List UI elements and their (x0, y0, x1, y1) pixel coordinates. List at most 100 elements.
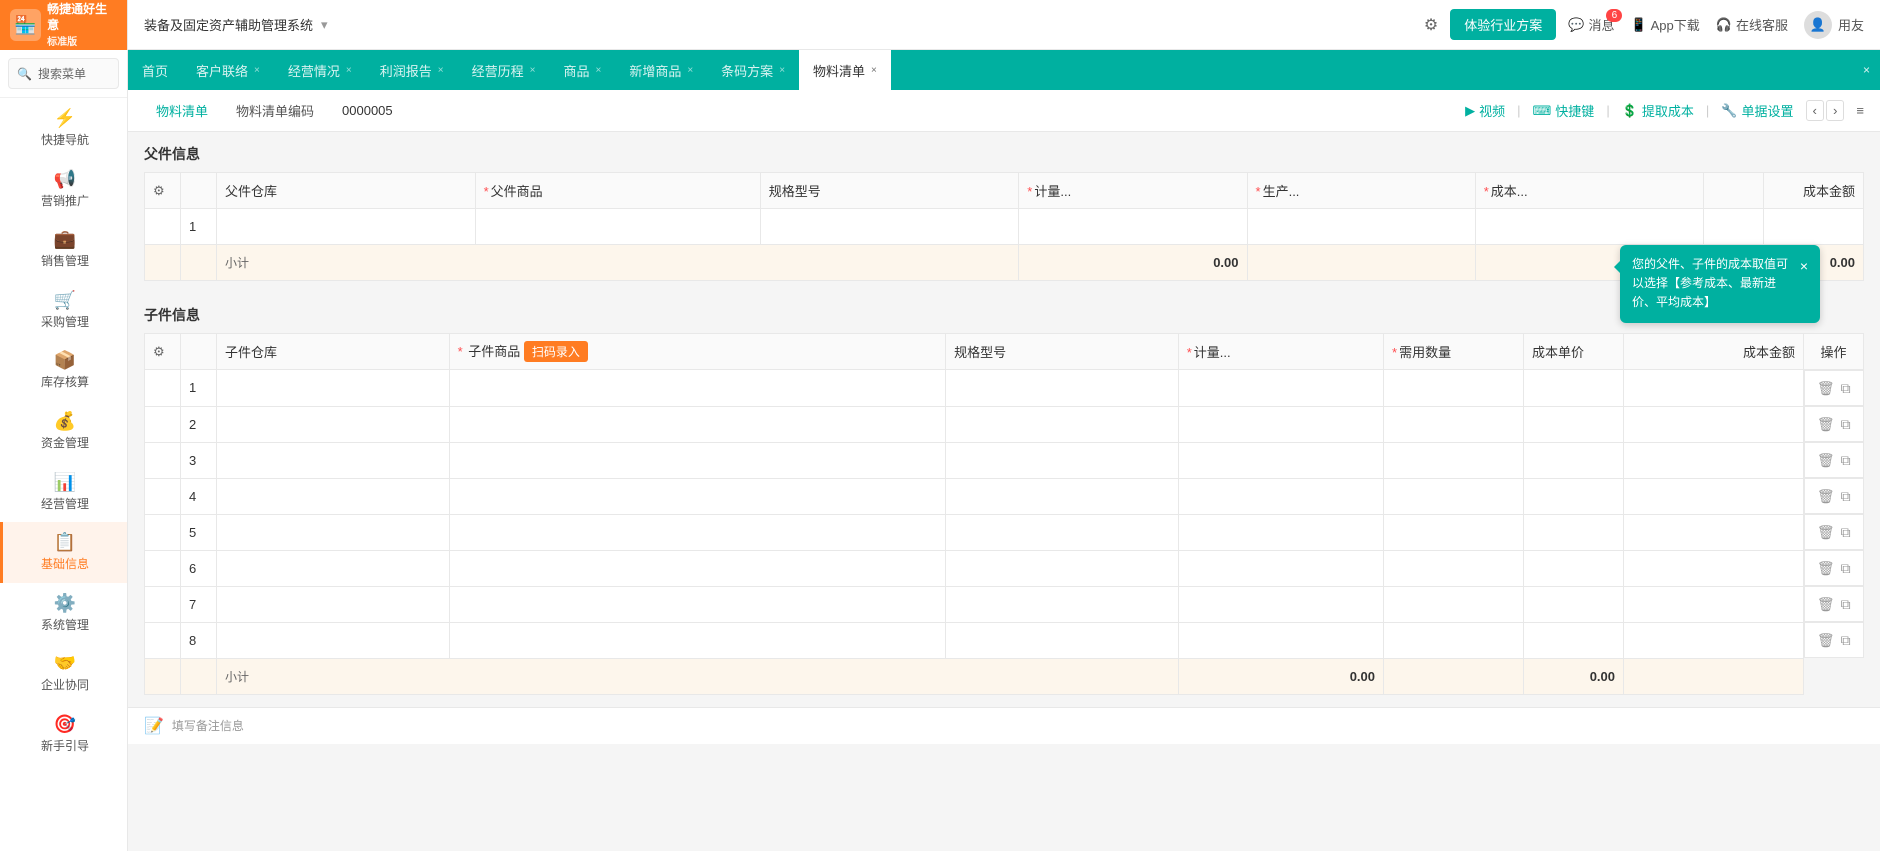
copy-btn-1[interactable]: ⧉ (1841, 380, 1851, 397)
system-dropdown-arrow[interactable]: ▾ (321, 17, 328, 33)
sub-tab-bom-list[interactable]: 物料清单 (144, 95, 220, 127)
child-cell-unit-6[interactable] (1178, 550, 1383, 586)
child-cell-unitcost-7[interactable] (1524, 586, 1624, 622)
tab-bom-close[interactable]: × (871, 65, 877, 76)
child-cell-product-1[interactable] (449, 370, 946, 407)
parent-cell-production-1[interactable] (1247, 209, 1475, 245)
grid-view-button[interactable]: ≡ (1856, 103, 1864, 118)
parent-cell-warehouse-1[interactable] (217, 209, 476, 245)
cost-button[interactable]: 💲 提取成本 (1622, 101, 1694, 120)
child-cell-unitcost-3[interactable] (1524, 442, 1624, 478)
tab-home[interactable]: 首页 (128, 50, 182, 90)
sub-tab-bom-code[interactable]: 物料清单编码 (224, 95, 326, 127)
user-menu[interactable]: 👤 用友 (1804, 11, 1864, 39)
sidebar-item-operations[interactable]: 📊 经营管理 (0, 462, 127, 523)
tab-operations-close[interactable]: × (346, 65, 352, 76)
child-cell-quantity-2[interactable] (1384, 406, 1524, 442)
copy-btn-8[interactable]: ⧉ (1841, 632, 1851, 649)
sidebar-item-purchase[interactable]: 🛒 采购管理 (0, 280, 127, 341)
sidebar-item-system[interactable]: ⚙️ 系统管理 (0, 583, 127, 644)
delete-btn-6[interactable]: 🗑 (1817, 560, 1835, 577)
child-cell-unitcost-2[interactable] (1524, 406, 1624, 442)
close-all-tabs[interactable]: × (1853, 63, 1880, 77)
child-cell-quantity-8[interactable] (1384, 622, 1524, 658)
child-cell-spec-1[interactable] (946, 370, 1179, 407)
tab-history-close[interactable]: × (530, 65, 536, 76)
child-cell-unitcost-5[interactable] (1524, 514, 1624, 550)
parent-cell-unit-1[interactable] (1019, 209, 1247, 245)
scan-button[interactable]: 扫码录入 (524, 341, 588, 362)
delete-btn-4[interactable]: 🗑 (1817, 488, 1835, 505)
child-cell-warehouse-1[interactable] (217, 370, 450, 407)
child-cell-spec-4[interactable] (946, 478, 1179, 514)
child-cell-product-7[interactable] (449, 586, 946, 622)
copy-btn-7[interactable]: ⧉ (1841, 596, 1851, 613)
sidebar-item-inventory[interactable]: 📦 库存核算 (0, 340, 127, 401)
child-cell-warehouse-5[interactable] (217, 514, 450, 550)
child-cell-quantity-1[interactable] (1384, 370, 1524, 407)
tab-customer[interactable]: 客户联络 × (182, 50, 274, 90)
child-cell-product-6[interactable] (449, 550, 946, 586)
delete-btn-1[interactable]: 🗑 (1817, 380, 1835, 397)
child-cell-unit-3[interactable] (1178, 442, 1383, 478)
delete-btn-5[interactable]: 🗑 (1817, 524, 1835, 541)
parent-cell-cost-1[interactable] (1475, 209, 1703, 245)
search-button[interactable]: 🔍 搜索菜单 (8, 58, 119, 89)
child-cell-unit-1[interactable] (1178, 370, 1383, 407)
child-cell-unit-8[interactable] (1178, 622, 1383, 658)
settings-gear-icon[interactable]: ⚙ (153, 183, 165, 198)
child-cell-unit-2[interactable] (1178, 406, 1383, 442)
child-cell-warehouse-4[interactable] (217, 478, 450, 514)
message-button[interactable]: 💬 消息 6 (1568, 15, 1614, 34)
copy-btn-5[interactable]: ⧉ (1841, 524, 1851, 541)
parent-cell-product-1[interactable] (475, 209, 760, 245)
shortcut-button[interactable]: ⌨ 快捷键 (1533, 101, 1595, 120)
child-cell-spec-5[interactable] (946, 514, 1179, 550)
child-cell-product-4[interactable] (449, 478, 946, 514)
child-cell-product-5[interactable] (449, 514, 946, 550)
child-cell-warehouse-7[interactable] (217, 586, 450, 622)
sidebar-item-enterprise[interactable]: 🤝 企业协同 (0, 643, 127, 704)
tab-profit[interactable]: 利润报告 × (366, 50, 458, 90)
trial-button[interactable]: 体验行业方案 (1450, 9, 1556, 40)
tab-barcode[interactable]: 条码方案 × (707, 50, 799, 90)
tooltip-close-button[interactable]: × (1800, 255, 1808, 277)
tab-new-product[interactable]: 新增商品 × (615, 50, 707, 90)
child-cell-unit-4[interactable] (1178, 478, 1383, 514)
online-service-button[interactable]: 🎧 在线客服 (1716, 15, 1788, 34)
child-cell-warehouse-6[interactable] (217, 550, 450, 586)
child-cell-unitcost-6[interactable] (1524, 550, 1624, 586)
view-video-button[interactable]: ▶ 视频 (1465, 101, 1505, 120)
copy-btn-6[interactable]: ⧉ (1841, 560, 1851, 577)
sidebar-item-finance[interactable]: 💰 资金管理 (0, 401, 127, 462)
delete-btn-8[interactable]: 🗑 (1817, 632, 1835, 649)
child-cell-quantity-5[interactable] (1384, 514, 1524, 550)
copy-btn-2[interactable]: ⧉ (1841, 416, 1851, 433)
doc-settings-button[interactable]: 🔧 单据设置 (1721, 101, 1793, 120)
child-cell-warehouse-2[interactable] (217, 406, 450, 442)
child-cell-quantity-4[interactable] (1384, 478, 1524, 514)
child-cell-unitcost-8[interactable] (1524, 622, 1624, 658)
tab-product-close[interactable]: × (595, 65, 601, 76)
nav-prev-button[interactable]: ‹ (1806, 100, 1824, 121)
child-cell-spec-7[interactable] (946, 586, 1179, 622)
child-cell-warehouse-3[interactable] (217, 442, 450, 478)
copy-btn-3[interactable]: ⧉ (1841, 452, 1851, 469)
child-cell-unit-7[interactable] (1178, 586, 1383, 622)
delete-btn-2[interactable]: 🗑 (1817, 416, 1835, 433)
tab-new-product-close[interactable]: × (687, 65, 693, 76)
tab-barcode-close[interactable]: × (779, 65, 785, 76)
sidebar-item-guide[interactable]: 🎯 新手引导 (0, 704, 127, 765)
tab-history[interactable]: 经营历程 × (458, 50, 550, 90)
child-cell-product-3[interactable] (449, 442, 946, 478)
child-cell-unit-5[interactable] (1178, 514, 1383, 550)
delete-btn-3[interactable]: 🗑 (1817, 452, 1835, 469)
parent-cell-spec-1[interactable] (760, 209, 1019, 245)
sidebar-item-quick-nav[interactable]: ⚡ 快捷导航 (0, 98, 127, 159)
child-cell-quantity-3[interactable] (1384, 442, 1524, 478)
child-cell-spec-3[interactable] (946, 442, 1179, 478)
nav-next-button[interactable]: › (1826, 100, 1844, 121)
delete-btn-7[interactable]: 🗑 (1817, 596, 1835, 613)
sidebar-item-marketing[interactable]: 📢 营销推广 (0, 159, 127, 220)
sidebar-item-sales[interactable]: 💼 销售管理 (0, 219, 127, 280)
